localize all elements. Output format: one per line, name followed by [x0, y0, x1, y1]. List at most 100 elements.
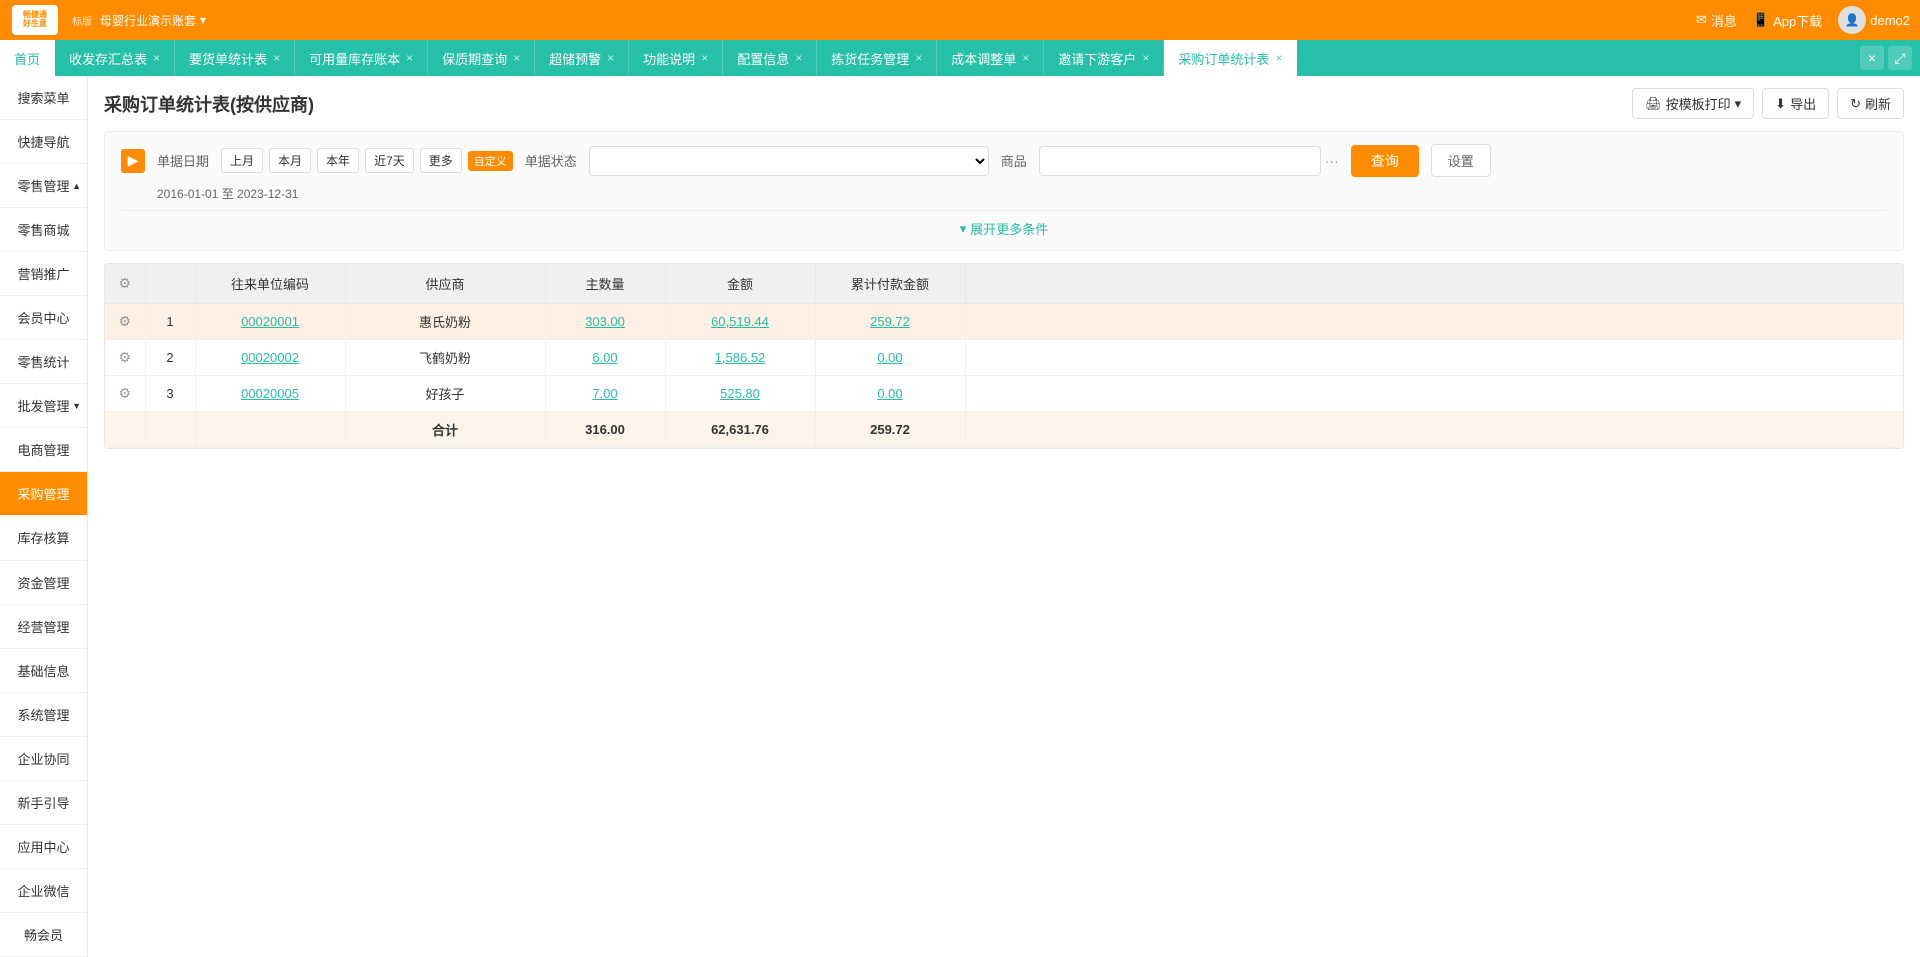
- footer-extra: [965, 412, 1903, 448]
- tab-3[interactable]: 可用量库存账本 ×: [295, 40, 428, 76]
- sidebar-item-membership[interactable]: 会员中心: [0, 296, 87, 340]
- tab-active-close[interactable]: ×: [1275, 51, 1282, 65]
- sidebar-item-appstore[interactable]: 应用中心: [0, 825, 87, 869]
- tab-4-close[interactable]: ×: [513, 51, 520, 65]
- sidebar-item-retail-mgmt[interactable]: 零售管理: [0, 164, 87, 208]
- row-code[interactable]: 00020001: [195, 304, 345, 340]
- sidebar-collab-label: 企业协同: [17, 749, 69, 768]
- tab-close-all-button[interactable]: ×: [1860, 46, 1884, 70]
- row-supplier: 好孩子: [345, 376, 545, 412]
- status-select[interactable]: [589, 146, 989, 176]
- tab-9-close[interactable]: ×: [1022, 51, 1029, 65]
- row-settings[interactable]: ⚙: [105, 304, 145, 340]
- tab-home-label: 首页: [14, 49, 40, 68]
- sidebar-item-search[interactable]: 搜索菜单: [0, 76, 87, 120]
- row-qty[interactable]: 6.00: [545, 340, 665, 376]
- sidebar-item-retail-mall[interactable]: 零售商城: [0, 208, 87, 252]
- tab-1[interactable]: 收发存汇总表 ×: [55, 40, 175, 76]
- date-btn-this-month[interactable]: 本月: [269, 148, 311, 173]
- tab-active[interactable]: 采购订单统计表 ×: [1164, 40, 1297, 76]
- tab-6[interactable]: 功能说明 ×: [629, 40, 723, 76]
- sidebar-item-operations[interactable]: 经营管理: [0, 605, 87, 649]
- sidebar-item-purchase[interactable]: 采购管理: [0, 472, 87, 516]
- row-settings[interactable]: ⚙: [105, 340, 145, 376]
- app-download-button[interactable]: 📱 App下载: [1753, 11, 1822, 30]
- sidebar-item-wechat[interactable]: 企业微信: [0, 869, 87, 913]
- sidebar-item-wholesale[interactable]: 批发管理: [0, 384, 87, 428]
- goods-more-button[interactable]: ···: [1325, 153, 1339, 169]
- row-paid[interactable]: 0.00: [815, 340, 965, 376]
- message-button[interactable]: ✉ 消息: [1696, 11, 1737, 30]
- sidebar-item-finance[interactable]: 资金管理: [0, 561, 87, 605]
- sidebar-item-inventory[interactable]: 库存核算: [0, 516, 87, 560]
- row-gear-icon[interactable]: ⚙: [118, 385, 131, 401]
- sidebar-item-newbie[interactable]: 新手引导: [0, 781, 87, 825]
- sidebar-item-member[interactable]: 畅会员: [0, 913, 87, 957]
- tab-5[interactable]: 超储预警 ×: [535, 40, 629, 76]
- tab-9[interactable]: 成本调整单 ×: [937, 40, 1044, 76]
- tab-2-close[interactable]: ×: [273, 51, 280, 65]
- print-dropdown-icon: ▾: [1735, 96, 1742, 112]
- date-btn-more[interactable]: 更多: [420, 148, 462, 173]
- sidebar-item-collab[interactable]: 企业协同: [0, 737, 87, 781]
- sidebar-item-quick-nav[interactable]: 快捷导航: [0, 120, 87, 164]
- workspace-selector[interactable]: 母婴行业演示账套 ▾: [100, 12, 206, 29]
- date-btn-7days[interactable]: 近7天: [365, 148, 414, 173]
- user-menu[interactable]: 👤 demo2: [1838, 6, 1910, 34]
- sidebar-item-system[interactable]: 系统管理: [0, 693, 87, 737]
- date-btn-this-year[interactable]: 本年: [317, 148, 359, 173]
- tab-8[interactable]: 拣货任务管理 ×: [817, 40, 937, 76]
- tab-10[interactable]: 邀请下游客户 ×: [1044, 40, 1164, 76]
- row-amount[interactable]: 525.80: [665, 376, 815, 412]
- custom-date-badge[interactable]: 自定义: [468, 151, 513, 171]
- tab-5-label: 超储预警: [549, 49, 601, 68]
- settings-button[interactable]: 设置: [1431, 144, 1491, 177]
- tab-3-close[interactable]: ×: [406, 51, 413, 65]
- sidebar-item-ecommerce[interactable]: 电商管理: [0, 428, 87, 472]
- tab-7-close[interactable]: ×: [795, 51, 802, 65]
- row-gear-icon[interactable]: ⚙: [118, 349, 131, 365]
- row-paid[interactable]: 259.72: [815, 304, 965, 340]
- tab-8-close[interactable]: ×: [915, 51, 922, 65]
- tab-1-close[interactable]: ×: [153, 51, 160, 65]
- sidebar-item-marketing[interactable]: 营销推广: [0, 252, 87, 296]
- tab-10-close[interactable]: ×: [1142, 51, 1149, 65]
- app-download-icon: 📱: [1753, 12, 1769, 28]
- expand-more-button[interactable]: ▾ 展开更多条件: [121, 210, 1887, 238]
- page-container: 采购订单统计表(按供应商) 🖨 按模板打印 ▾ ⬇ 导出 ↻ 刷新: [88, 76, 1920, 957]
- row-settings[interactable]: ⚙: [105, 376, 145, 412]
- row-extra: [965, 376, 1903, 412]
- sidebar-item-basic-info[interactable]: 基础信息: [0, 649, 87, 693]
- row-gear-icon[interactable]: ⚙: [118, 313, 131, 329]
- tab-expand-button[interactable]: ⤢: [1888, 46, 1912, 70]
- row-code[interactable]: 00020002: [195, 340, 345, 376]
- col-code-header: 往来单位编码: [195, 264, 345, 304]
- row-amount[interactable]: 60,519.44: [665, 304, 815, 340]
- tab-7[interactable]: 配置信息 ×: [723, 40, 817, 76]
- row-paid[interactable]: 0.00: [815, 376, 965, 412]
- tab-6-close[interactable]: ×: [701, 51, 708, 65]
- export-button[interactable]: ⬇ 导出: [1762, 88, 1829, 119]
- goods-input[interactable]: [1039, 146, 1321, 176]
- page-header: 采购订单统计表(按供应商) 🖨 按模板打印 ▾ ⬇ 导出 ↻ 刷新: [104, 88, 1904, 119]
- row-amount[interactable]: 1,586.52: [665, 340, 815, 376]
- tab-5-close[interactable]: ×: [607, 51, 614, 65]
- row-qty[interactable]: 303.00: [545, 304, 665, 340]
- gear-icon[interactable]: ⚙: [118, 275, 131, 291]
- filter-collapse-button[interactable]: ▶: [121, 149, 145, 173]
- footer-settings: [105, 412, 145, 448]
- refresh-button[interactable]: ↻ 刷新: [1837, 88, 1904, 119]
- print-button[interactable]: 🖨 按模板打印 ▾: [1632, 88, 1754, 119]
- tab-4[interactable]: 保质期查询 ×: [428, 40, 535, 76]
- tab-2[interactable]: 要货单统计表 ×: [175, 40, 295, 76]
- date-btn-last-month[interactable]: 上月: [221, 148, 263, 173]
- sidebar-quick-nav-label: 快捷导航: [17, 132, 69, 151]
- query-button[interactable]: 查询: [1351, 145, 1419, 177]
- top-bar: 畅捷通好生意 标版 母婴行业演示账套 ▾ ✉ 消息 📱 App下载 👤 demo…: [0, 0, 1920, 40]
- col-settings[interactable]: ⚙: [105, 264, 145, 304]
- row-qty[interactable]: 7.00: [545, 376, 665, 412]
- row-code[interactable]: 00020005: [195, 376, 345, 412]
- sidebar-item-retail-stats[interactable]: 零售统计: [0, 340, 87, 384]
- table-row: ⚙ 2 00020002 飞鹤奶粉 6.00 1,586.52 0.00: [105, 340, 1903, 376]
- tab-home[interactable]: 首页: [0, 40, 55, 76]
